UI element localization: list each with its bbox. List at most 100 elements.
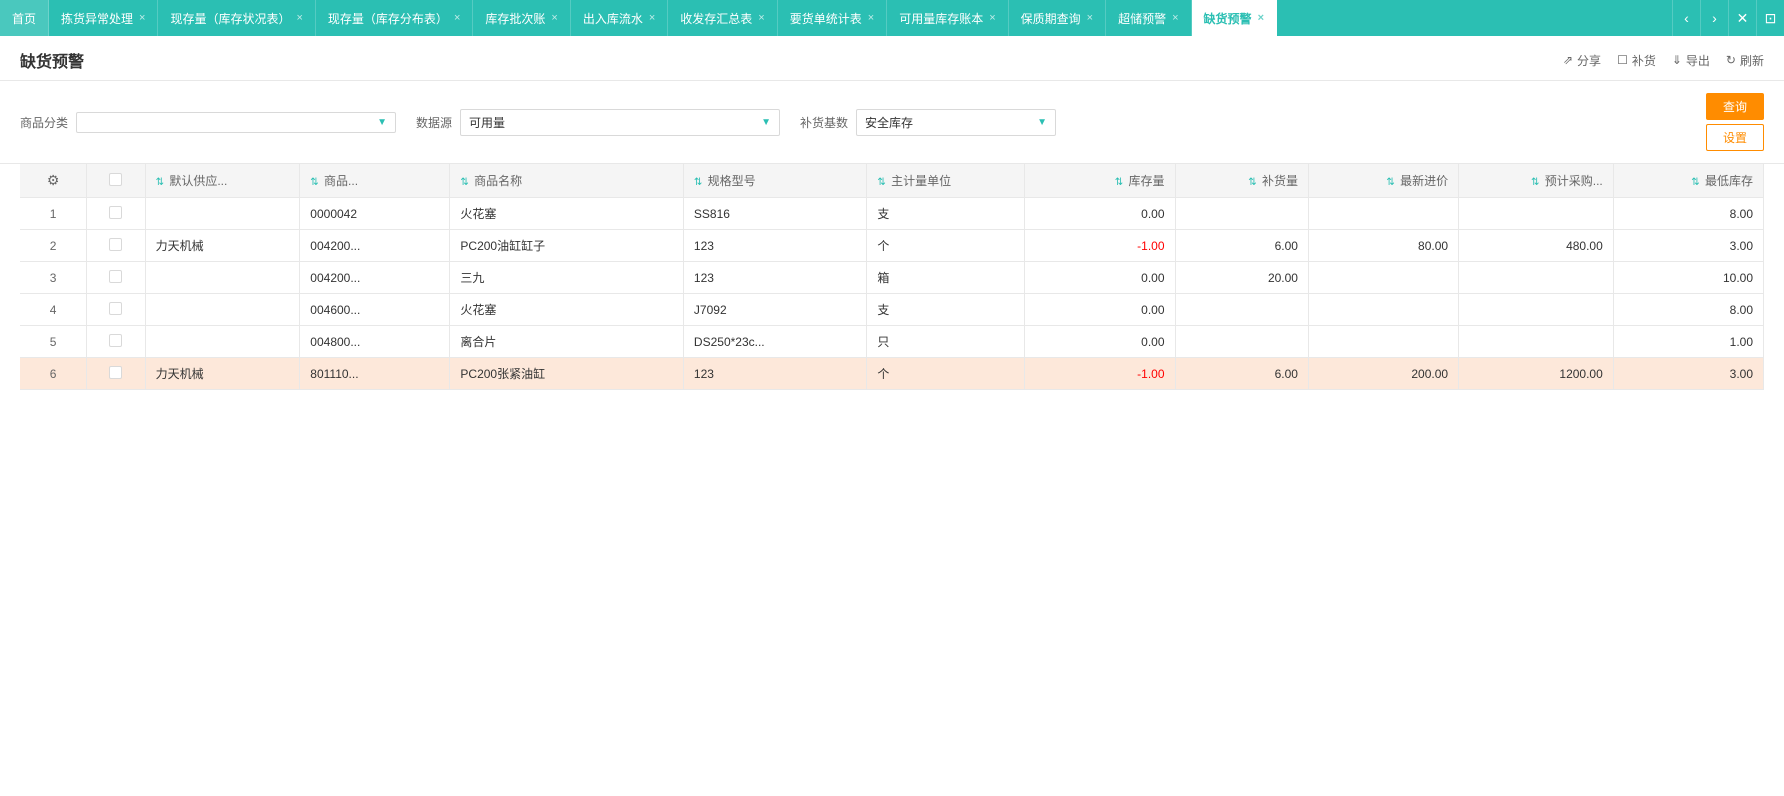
cell-latest-price-2 [1308,262,1458,294]
col-header-check [87,164,145,198]
table-row[interactable]: 5 004800... 离合片 DS250*23c... 只 0.00 1.00 [20,326,1764,358]
cell-check-5[interactable] [87,358,145,390]
row-checkbox-0[interactable] [109,206,122,219]
cell-est-purchase-3 [1459,294,1614,326]
query-button[interactable]: 查询 [1706,93,1764,120]
cell-check-4[interactable] [87,326,145,358]
tab-close-demand[interactable]: × [868,12,874,24]
table-row[interactable]: 3 004200... 三九 123 箱 0.00 20.00 10.00 [20,262,1764,294]
sort-price-icon[interactable]: ⇅ [1386,177,1394,188]
col-header-supplier: ⇅ 默认供应... [145,164,300,198]
cell-name-0: 火花塞 [450,198,684,230]
cell-check-0[interactable] [87,198,145,230]
tab-recv-summary[interactable]: 收发存汇总表 × [668,0,777,36]
replenish-basis-select-text: 安全库存 [865,114,1037,131]
cell-est-purchase-1: 480.00 [1459,230,1614,262]
tab-shortage[interactable]: 缺货预警 × [1192,0,1277,36]
tab-batch[interactable]: 库存批次账 × [473,0,570,36]
table-row[interactable]: 6 力天机械 801110... PC200张紧油缸 123 个 -1.00 6… [20,358,1764,390]
tab-close-overstock[interactable]: × [1172,12,1178,24]
sort-purchase-icon[interactable]: ⇅ [1531,177,1539,188]
row-checkbox-5[interactable] [109,366,122,379]
cell-check-3[interactable] [87,294,145,326]
replenish-basis-select[interactable]: 安全库存 ▼ [856,109,1056,136]
sort-stock-icon[interactable]: ⇅ [1115,177,1123,188]
cell-unit-4: 只 [867,326,1025,358]
tab-close-shortage[interactable]: × [1258,12,1264,24]
category-select[interactable]: ▼ [76,112,396,133]
sort-unit-icon[interactable]: ⇅ [877,177,885,188]
tab-close-abnormal[interactable]: × [139,12,145,24]
cell-replenish-5: 6.00 [1175,358,1308,390]
tab-close-stock-dist[interactable]: × [454,12,460,24]
header-checkbox[interactable] [109,173,122,186]
tab-close-expiry[interactable]: × [1087,12,1093,24]
page-header: 缺货预警 ⇗ 分享 ☐ 补货 ⇓ 导出 ↻ 刷新 [0,36,1784,81]
cell-code-2: 004200... [300,262,450,294]
row-checkbox-2[interactable] [109,270,122,283]
table-body: 1 0000042 火花塞 SS816 支 0.00 8.00 2 力天机械 0… [20,198,1764,390]
cell-num-5: 6 [20,358,87,390]
tab-close-flow[interactable]: × [649,12,655,24]
cell-est-purchase-5: 1200.00 [1459,358,1614,390]
table-row[interactable]: 4 004600... 火花塞 J7092 支 0.00 8.00 [20,294,1764,326]
replenish-icon: ☐ [1617,53,1628,67]
cell-num-1: 2 [20,230,87,262]
sort-code-icon[interactable]: ⇅ [310,177,318,188]
tab-close-recv-summary[interactable]: × [758,12,764,24]
export-button[interactable]: ⇓ 导出 [1672,52,1710,69]
tab-flow[interactable]: 出入库流水 × [571,0,668,36]
setting-button[interactable]: 设置 [1706,124,1764,151]
cell-code-4: 004800... [300,326,450,358]
sort-supplier-icon[interactable]: ⇅ [156,177,164,188]
cell-code-1: 004200... [300,230,450,262]
cell-replenish-4 [1175,326,1308,358]
sort-spec-icon[interactable]: ⇅ [694,177,702,188]
gear-icon[interactable]: ⚙ [47,172,60,188]
row-checkbox-4[interactable] [109,334,122,347]
tab-close-available[interactable]: × [989,12,995,24]
cell-unit-1: 个 [867,230,1025,262]
replenish-basis-filter-group: 补货基数 安全库存 ▼ [800,109,1056,136]
replenish-basis-chevron-down-icon: ▼ [1037,117,1047,128]
tab-stock-status[interactable]: 现存量（库存状况表） × [158,0,315,36]
table-row[interactable]: 2 力天机械 004200... PC200油缸缸子 123 个 -1.00 6… [20,230,1764,262]
row-checkbox-3[interactable] [109,302,122,315]
tab-demand[interactable]: 要货单统计表 × [778,0,887,36]
tab-available[interactable]: 可用量库存账本 × [887,0,1008,36]
tab-abnormal[interactable]: 拣货异常处理 × [49,0,158,36]
sort-name-icon[interactable]: ⇅ [460,177,468,188]
cell-supplier-2 [145,262,300,294]
col-header-code: ⇅ 商品... [300,164,450,198]
cell-replenish-0 [1175,198,1308,230]
tab-scroll-right[interactable]: › [1700,0,1728,36]
tab-expiry[interactable]: 保质期查询 × [1009,0,1106,36]
cell-code-5: 801110... [300,358,450,390]
cell-code-3: 004600... [300,294,450,326]
cell-unit-2: 箱 [867,262,1025,294]
refresh-button[interactable]: ↻ 刷新 [1726,52,1764,69]
row-checkbox-1[interactable] [109,238,122,251]
share-button[interactable]: ⇗ 分享 [1563,52,1601,69]
tab-home[interactable]: 首页 [0,0,49,36]
tab-close-batch[interactable]: × [551,12,557,24]
sort-min-icon[interactable]: ⇅ [1691,177,1699,188]
table-row[interactable]: 1 0000042 火花塞 SS816 支 0.00 8.00 [20,198,1764,230]
cell-min-stock-2: 10.00 [1613,262,1763,294]
cell-num-4: 5 [20,326,87,358]
col-header-replenish: ⇅ 补货量 [1175,164,1308,198]
tab-expand[interactable]: ⊡ [1756,0,1784,36]
sort-replenish-icon[interactable]: ⇅ [1248,177,1256,188]
tab-stock-dist[interactable]: 现存量（库存分布表） × [316,0,473,36]
tab-scroll-left[interactable]: ‹ [1672,0,1700,36]
cell-check-2[interactable] [87,262,145,294]
tab-close-all[interactable]: ✕ [1728,0,1756,36]
cell-code-0: 0000042 [300,198,450,230]
tab-overstock[interactable]: 超储预警 × [1106,0,1191,36]
cell-check-1[interactable] [87,230,145,262]
col-header-latest-price: ⇅ 最新进价 [1308,164,1458,198]
datasource-select[interactable]: 可用量 ▼ [460,109,780,136]
cell-spec-4: DS250*23c... [683,326,866,358]
replenish-button[interactable]: ☐ 补货 [1617,52,1656,69]
tab-close-stock-status[interactable]: × [296,12,302,24]
